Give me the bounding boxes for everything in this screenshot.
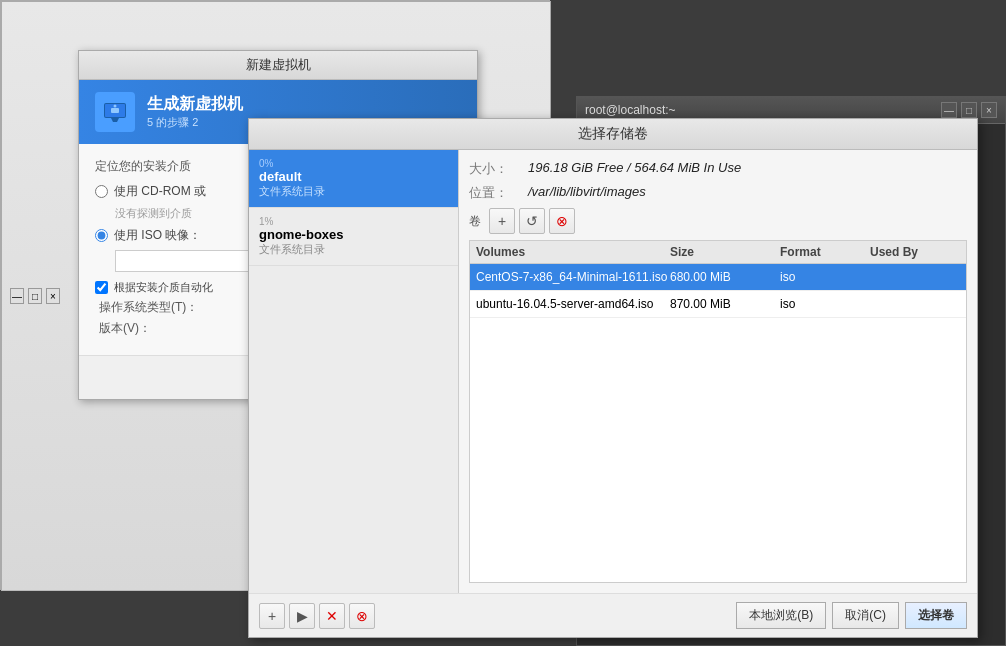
radio-cdrom-label: 使用 CD-ROM 或 [114,183,206,200]
volumes-table: Volumes Size Format Used By CentOS-7-x86… [469,240,967,583]
svg-point-8 [114,105,117,108]
radio-iso[interactable] [95,229,108,242]
pool-item-default[interactable]: 0% default 文件系统目录 [249,150,458,208]
storage-cancel-button[interactable]: 取消(C) [832,602,899,629]
footer-right-buttons: 本地浏览(B) 取消(C) 选择卷 [736,602,967,629]
volumes-label: 卷 [469,213,481,230]
wizard-title: 新建虚拟机 [79,51,477,80]
footer-left-buttons: + ▶ ✕ ⊗ [259,603,375,629]
table-row[interactable]: ubuntu-16.04.5-server-amd64.iso 870.00 M… [470,291,966,318]
vol-format-1: iso [780,297,870,311]
wizard-main-title: 生成新虚拟机 [147,94,243,115]
size-value: 196.18 GiB Free / 564.64 MiB In Use [528,160,741,178]
volume-toolbar: 卷 + ↺ ⊗ [469,208,967,234]
footer-delete-btn[interactable]: ⊗ [349,603,375,629]
location-label: 位置： [469,184,508,202]
vol-name-1: ubuntu-16.04.5-server-amd64.iso [476,297,670,311]
vol-size-0: 680.00 MiB [670,270,780,284]
storage-dialog: 选择存储卷 0% default 文件系统目录 1% gnome-boxes 文… [248,118,978,638]
select-volume-button[interactable]: 选择卷 [905,602,967,629]
delete-volume-btn[interactable]: ⊗ [549,208,575,234]
maximize-btn[interactable]: □ [28,288,42,304]
terminal-controls: — □ × [941,102,997,118]
terminal-minimize[interactable]: — [941,102,957,118]
svg-marker-6 [111,118,119,122]
col-volumes: Volumes [476,245,670,259]
table-row[interactable]: CentOS-7-x86_64-Minimal-1611.iso 680.00 … [470,264,966,291]
vol-format-0: iso [780,270,870,284]
vol-size-1: 870.00 MiB [670,297,780,311]
storage-pool-sidebar: 0% default 文件系统目录 1% gnome-boxes 文件系统目录 [249,150,459,593]
wizard-icon [95,92,135,132]
pool-name-0: default [259,169,448,184]
footer-play-btn[interactable]: ▶ [289,603,315,629]
local-browse-button[interactable]: 本地浏览(B) [736,602,826,629]
pool-usage-0: 0% [259,158,448,169]
terminal-maximize[interactable]: □ [961,102,977,118]
close-btn[interactable]: × [46,288,60,304]
radio-cdrom[interactable] [95,185,108,198]
auto-detect-checkbox[interactable] [95,281,108,294]
storage-footer: + ▶ ✕ ⊗ 本地浏览(B) 取消(C) 选择卷 [249,593,977,637]
storage-dialog-title: 选择存储卷 [249,119,977,150]
radio-iso-label: 使用 ISO 映像： [114,227,201,244]
location-value: /var/lib/libvirt/images [528,184,646,202]
auto-detect-label: 根据安装介质自动化 [114,280,213,295]
svg-rect-7 [111,108,119,113]
pool-name-1: gnome-boxes [259,227,448,242]
size-label: 大小： [469,160,508,178]
wizard-step: 5 的步骤 2 [147,115,243,130]
footer-stop-btn[interactable]: ✕ [319,603,345,629]
footer-add-btn[interactable]: + [259,603,285,629]
terminal-close[interactable]: × [981,102,997,118]
pool-sub-0: 文件系统目录 [259,184,448,199]
pool-item-gnome-boxes[interactable]: 1% gnome-boxes 文件系统目录 [249,208,458,266]
storage-dialog-body: 0% default 文件系统目录 1% gnome-boxes 文件系统目录 … [249,150,977,593]
table-header: Volumes Size Format Used By [470,241,966,264]
vol-name-0: CentOS-7-x86_64-Minimal-1611.iso [476,270,670,284]
os-type-label: 操作系统类型(T)： [99,300,198,314]
storage-main: 大小： 196.18 GiB Free / 564.64 MiB In Use … [459,150,977,593]
wizard-header-text: 生成新虚拟机 5 的步骤 2 [147,94,243,130]
terminal-title-text: root@localhost:~ [585,103,676,117]
col-size: Size [670,245,780,259]
size-row: 大小： 196.18 GiB Free / 564.64 MiB In Use [469,160,967,178]
location-row: 位置： /var/lib/libvirt/images [469,184,967,202]
add-volume-btn[interactable]: + [489,208,515,234]
pool-usage-1: 1% [259,216,448,227]
minimize-btn[interactable]: — [10,288,24,304]
refresh-btn[interactable]: ↺ [519,208,545,234]
col-format: Format [780,245,870,259]
pool-sub-1: 文件系统目录 [259,242,448,257]
col-used-by: Used By [870,245,960,259]
version-label: 版本(V)： [99,321,151,335]
